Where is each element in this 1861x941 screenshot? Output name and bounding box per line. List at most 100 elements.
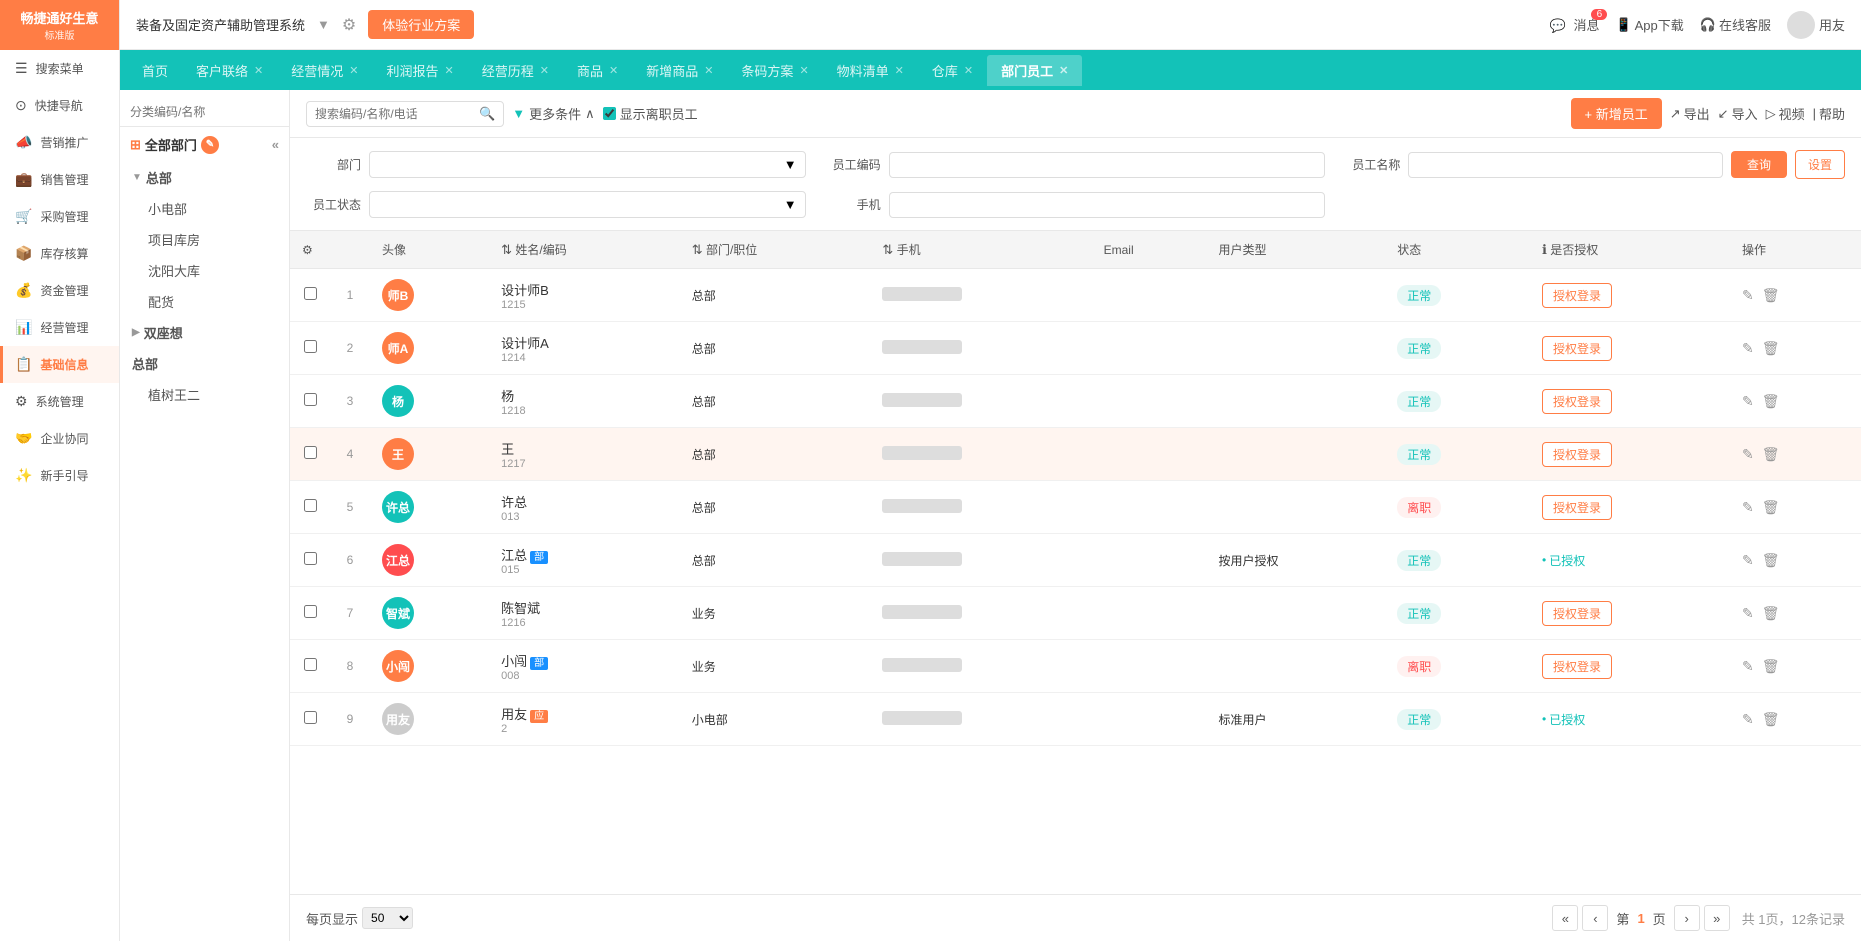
show-resign-checkbox[interactable] xyxy=(603,107,616,120)
close-materials-icon[interactable]: ✕ xyxy=(895,64,904,77)
tab-warehouse[interactable]: 仓库 ✕ xyxy=(918,55,987,86)
row-settings[interactable] xyxy=(290,322,330,375)
auth-button[interactable]: 授权登录 xyxy=(1542,601,1612,626)
phone-filter-input[interactable] xyxy=(889,192,1326,218)
tab-profit[interactable]: 利润报告 ✕ xyxy=(372,55,467,86)
delete-button[interactable]: 🗑 xyxy=(1762,287,1780,304)
dept-filter-select[interactable]: ▼ xyxy=(369,151,806,178)
sidebar-item-guide[interactable]: ✨ 新手引导 xyxy=(0,457,119,494)
sidebar-item-inventory[interactable]: 📦 库存核算 xyxy=(0,235,119,272)
close-profit-icon[interactable]: ✕ xyxy=(445,64,454,77)
row-settings[interactable] xyxy=(290,428,330,481)
edit-button[interactable]: ✎ xyxy=(1742,393,1754,410)
sidebar-item-marketing[interactable]: 📣 营销推广 xyxy=(0,124,119,161)
sidebar-item-finance[interactable]: 💰 资金管理 xyxy=(0,272,119,309)
tab-home[interactable]: 首页 xyxy=(128,55,182,86)
tree-node-general[interactable]: ▼ 总部 xyxy=(120,162,289,193)
topbar-gear[interactable]: ⚙ xyxy=(342,15,356,35)
close-barcode-icon[interactable]: ✕ xyxy=(799,64,808,77)
delete-button[interactable]: 🗑 xyxy=(1762,393,1780,410)
row-checkbox[interactable] xyxy=(304,658,317,671)
topbar-dropdown-arrow[interactable]: ▼ xyxy=(317,17,330,32)
row-checkbox[interactable] xyxy=(304,393,317,406)
search-icon[interactable]: 🔍 xyxy=(479,106,495,122)
row-checkbox[interactable] xyxy=(304,711,317,724)
auth-button[interactable]: 授权登录 xyxy=(1542,654,1612,679)
last-page-button[interactable]: » xyxy=(1704,905,1730,931)
auth-button[interactable]: 授权登录 xyxy=(1542,336,1612,361)
sidebar-item-sales[interactable]: 💼 销售管理 xyxy=(0,161,119,198)
close-goods-icon[interactable]: ✕ xyxy=(609,64,618,77)
help-button[interactable]: | 帮助 xyxy=(1813,104,1845,123)
delete-button[interactable]: 🗑 xyxy=(1762,340,1780,357)
row-checkbox[interactable] xyxy=(304,605,317,618)
auth-button[interactable]: 授权登录 xyxy=(1542,442,1612,467)
edit-button[interactable]: ✎ xyxy=(1742,340,1754,357)
sidebar-item-basic[interactable]: 📋 基础信息 xyxy=(0,346,119,383)
query-button[interactable]: 查询 xyxy=(1731,151,1787,178)
row-checkbox[interactable] xyxy=(304,287,317,300)
row-checkbox[interactable] xyxy=(304,499,317,512)
user-area[interactable]: 用友 xyxy=(1787,11,1845,39)
edit-button[interactable]: ✎ xyxy=(1742,711,1754,728)
auth-button[interactable]: 授权登录 xyxy=(1542,495,1612,520)
edit-button[interactable]: ✎ xyxy=(1742,552,1754,569)
row-checkbox[interactable] xyxy=(304,340,317,353)
tree-node-shenyang[interactable]: 沈阳大库 xyxy=(120,255,289,286)
close-warehouse-icon[interactable]: ✕ xyxy=(964,64,973,77)
emp-name-input[interactable] xyxy=(1408,152,1723,178)
app-download[interactable]: 📱 App下载 xyxy=(1615,15,1683,34)
edit-button[interactable]: ✎ xyxy=(1742,658,1754,675)
search-input[interactable] xyxy=(315,107,475,121)
trial-button[interactable]: 体验行业方案 xyxy=(368,10,474,39)
per-page-select[interactable]: 50 20 100 xyxy=(362,907,413,929)
tree-edit-button[interactable]: ✎ xyxy=(201,136,219,154)
tab-staff[interactable]: 部门员工 ✕ xyxy=(987,55,1082,86)
export-button[interactable]: ↗ 导出 xyxy=(1670,104,1710,123)
row-settings[interactable] xyxy=(290,481,330,534)
tree-collapse-button[interactable]: « xyxy=(272,137,279,152)
row-checkbox[interactable] xyxy=(304,446,317,459)
sidebar-item-purchase[interactable]: 🛒 采购管理 xyxy=(0,198,119,235)
message-wrapper[interactable]: 💬 6 消息 xyxy=(1550,15,1600,34)
tree-node-project[interactable]: 项目库房 xyxy=(120,224,289,255)
add-employee-button[interactable]: + 新增员工 xyxy=(1571,98,1662,129)
video-button[interactable]: ▷ 视频 xyxy=(1766,104,1805,123)
col-settings[interactable]: ⚙ xyxy=(290,231,330,269)
delete-button[interactable]: 🗑 xyxy=(1762,499,1780,516)
prev-page-button[interactable]: ‹ xyxy=(1582,905,1608,931)
delete-button[interactable]: 🗑 xyxy=(1762,446,1780,463)
close-add-goods-icon[interactable]: ✕ xyxy=(704,64,713,77)
auth-button[interactable]: 授权登录 xyxy=(1542,389,1612,414)
tree-node-small-elec[interactable]: 小电部 xyxy=(120,193,289,224)
tree-node-plant-king[interactable]: 植树王二 xyxy=(120,379,289,410)
delete-button[interactable]: 🗑 xyxy=(1762,711,1780,728)
sidebar-item-system[interactable]: ⚙ 系统管理 xyxy=(0,383,119,420)
close-staff-icon[interactable]: ✕ xyxy=(1059,64,1068,77)
import-button[interactable]: ↙ 导入 xyxy=(1718,104,1758,123)
tree-node-twins[interactable]: ▶ 双座想 xyxy=(120,317,289,348)
close-customer-icon[interactable]: ✕ xyxy=(254,64,263,77)
edit-button[interactable]: ✎ xyxy=(1742,287,1754,304)
row-settings[interactable] xyxy=(290,587,330,640)
set-button[interactable]: 设置 xyxy=(1795,150,1845,179)
row-settings[interactable] xyxy=(290,375,330,428)
row-checkbox[interactable] xyxy=(304,552,317,565)
close-history-icon[interactable]: ✕ xyxy=(540,64,549,77)
sidebar-item-operations[interactable]: 📊 经营管理 xyxy=(0,309,119,346)
tab-goods[interactable]: 商品 ✕ xyxy=(563,55,632,86)
more-conditions-button[interactable]: ▼ 更多条件 ∧ xyxy=(512,104,594,123)
tab-customer[interactable]: 客户联络 ✕ xyxy=(182,55,277,86)
sidebar-item-search[interactable]: ☰ 搜索菜单 xyxy=(0,50,119,87)
tab-add-goods[interactable]: 新增商品 ✕ xyxy=(632,55,727,86)
first-page-button[interactable]: « xyxy=(1552,905,1578,931)
tree-node-hq[interactable]: 总部 xyxy=(120,348,289,379)
tab-materials[interactable]: 物料清单 ✕ xyxy=(823,55,918,86)
next-page-button[interactable]: › xyxy=(1674,905,1700,931)
edit-button[interactable]: ✎ xyxy=(1742,446,1754,463)
tab-history[interactable]: 经营历程 ✕ xyxy=(468,55,563,86)
emp-status-select[interactable]: ▼ xyxy=(369,191,806,218)
close-operations-icon[interactable]: ✕ xyxy=(349,64,358,77)
delete-button[interactable]: 🗑 xyxy=(1762,605,1780,622)
delete-button[interactable]: 🗑 xyxy=(1762,658,1780,675)
